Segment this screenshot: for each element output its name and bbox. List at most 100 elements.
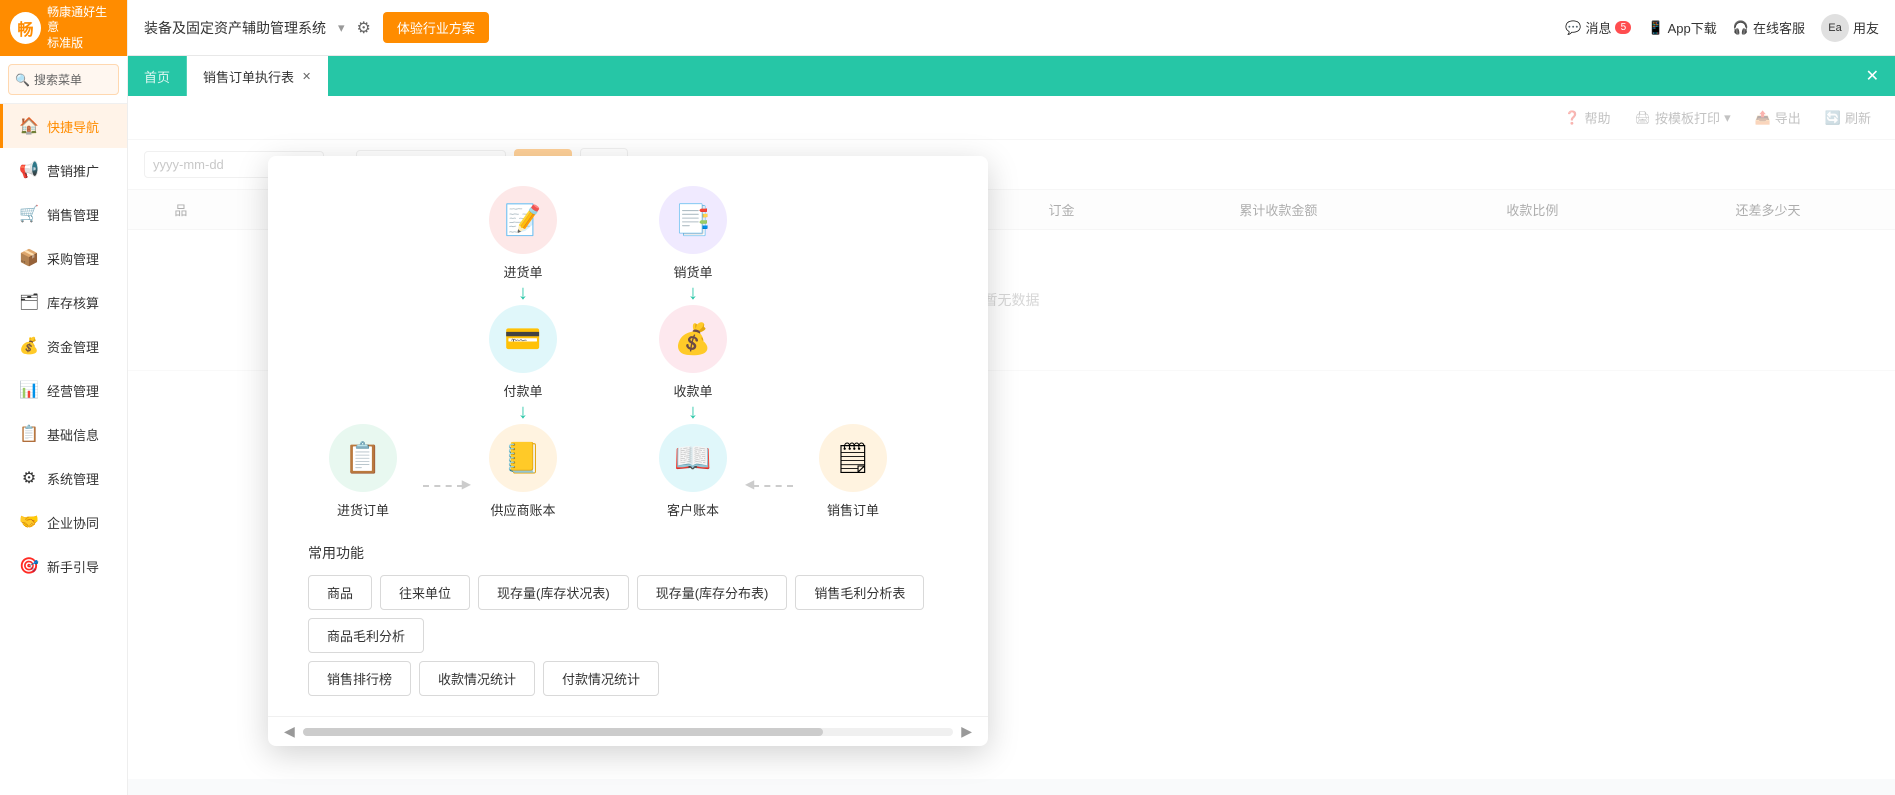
popup-scrollbar: ◀ ▶: [268, 716, 988, 746]
topbar-right: 💬 消息 5 📱 App下载 🎧 在线客服 Ea 用友: [1565, 14, 1879, 42]
common-btn-product-margin[interactable]: 商品毛利分析: [308, 618, 424, 653]
common-btn-payment-stats[interactable]: 付款情况统计: [543, 661, 659, 696]
supplier-ledger-circle: 📒: [489, 424, 557, 492]
common-btn-sales-rank[interactable]: 销售排行榜: [308, 661, 411, 696]
main-area: 装备及固定资产辅助管理系统 ▾ ⚙ 体验行业方案 💬 消息 5 📱 App下载 …: [128, 0, 1895, 795]
dashed-arrow-left: [753, 485, 793, 487]
system-title: 装备及固定资产辅助管理系统: [144, 18, 326, 38]
sidebar-item-label: 企业协同: [47, 513, 99, 532]
customer-ledger-label: 客户账本: [667, 500, 719, 519]
sidebar-search[interactable]: 🔍 搜索菜单: [0, 56, 127, 104]
sidebar-item-enterprise[interactable]: 🤝 企业协同: [0, 500, 127, 544]
sidebar-item-label: 新手引导: [47, 557, 99, 576]
guide-icon: 🎯: [19, 556, 39, 576]
sidebar-item-label: 销售管理: [47, 205, 99, 224]
sidebar-logo: 畅 畅康通好生意 标准版: [0, 0, 127, 56]
logo-icon: 畅: [10, 12, 41, 44]
logo-text: 畅康通好生意 标准版: [47, 5, 117, 52]
gear-icon[interactable]: ⚙: [357, 18, 371, 38]
sidebar-item-sales[interactable]: 🛒 销售管理: [0, 192, 127, 236]
sidebar-item-purchase[interactable]: 📦 采购管理: [0, 236, 127, 280]
customer-ledger-circle: 📖: [659, 424, 727, 492]
arrow-down-supplier: ↓: [518, 402, 528, 422]
flow-col-purchase-bill: 📝 进货单 ↓ 💳 付款单 ↓: [468, 186, 578, 519]
common-buttons-row1: 商品 往来单位 现存量(库存状况表) 现存量(库存分布表) 销售毛利分析表 商品…: [308, 575, 948, 653]
flow-node-customer-ledger[interactable]: 📖 客户账本: [638, 424, 748, 519]
message-btn[interactable]: 💬 消息 5: [1565, 18, 1631, 37]
payment-label: 付款单: [503, 381, 542, 400]
sidebar-nav: 🏠 快捷导航 📢 营销推广 🛒 销售管理 📦 采购管理 🗂 库存核算 💰 资金管…: [0, 104, 127, 795]
purchase-icon: 📦: [19, 248, 39, 268]
purchase-bill-circle: 📝: [489, 186, 557, 254]
enterprise-icon: 🤝: [19, 512, 39, 532]
sales-bill-circle: 📑: [659, 186, 727, 254]
flow-node-sales-order[interactable]: 🗒 销售订单: [798, 424, 908, 519]
common-btn-receipt-stats[interactable]: 收款情况统计: [419, 661, 535, 696]
sidebar-item-basic-info[interactable]: 📋 基础信息: [0, 412, 127, 456]
sidebar-item-label: 系统管理: [47, 469, 99, 488]
scroll-right-icon[interactable]: ▶: [961, 723, 972, 740]
sidebar-item-inventory[interactable]: 🗂 库存核算: [0, 280, 127, 324]
scroll-left-icon[interactable]: ◀: [284, 723, 295, 740]
supplier-ledger-label: 供应商账本: [490, 500, 555, 519]
marketing-icon: 📢: [19, 160, 39, 180]
sidebar: 畅 畅康通好生意 标准版 🔍 搜索菜单 🏠 快捷导航 📢 营销推广 🛒 销售管理…: [0, 0, 128, 795]
common-btn-sales-margin[interactable]: 销售毛利分析表: [795, 575, 924, 610]
tab-home[interactable]: 首页: [128, 56, 187, 96]
common-btn-stock-dist[interactable]: 现存量(库存分布表): [637, 575, 788, 610]
sidebar-item-label: 资金管理: [47, 337, 99, 356]
experience-btn[interactable]: 体验行业方案: [383, 12, 489, 43]
sidebar-item-label: 营销推广: [47, 161, 99, 180]
avatar: Ea: [1821, 14, 1849, 42]
sidebar-item-label: 采购管理: [47, 249, 99, 268]
user-btn[interactable]: Ea 用友: [1821, 14, 1879, 42]
tab-bar-close-icon[interactable]: ✕: [1850, 66, 1895, 86]
common-functions-title: 常用功能: [308, 543, 948, 563]
common-buttons-row2: 销售排行榜 收款情况统计 付款情况统计: [308, 661, 948, 696]
common-btn-stock-status[interactable]: 现存量(库存状况表): [478, 575, 629, 610]
topbar-dropdown-arrow[interactable]: ▾: [338, 20, 345, 36]
tabbar: 首页 销售订单执行表 ✕ ✕: [128, 56, 1895, 96]
purchase-bill-label: 进货单: [503, 262, 542, 281]
sales-bill-label: 销货单: [673, 262, 712, 281]
sidebar-item-label: 快捷导航: [47, 117, 99, 136]
sidebar-item-system[interactable]: ⚙ 系统管理: [0, 456, 127, 500]
sidebar-item-quick-nav[interactable]: 🏠 快捷导航: [0, 104, 127, 148]
tab-close-icon[interactable]: ✕: [302, 70, 311, 83]
sidebar-item-operations[interactable]: 📊 经营管理: [0, 368, 127, 412]
arrow-purchase-to-bill: [418, 485, 468, 519]
payment-circle: 💳: [489, 305, 557, 373]
common-btn-product[interactable]: 商品: [308, 575, 372, 610]
flow-node-purchase-bill[interactable]: 📝 进货单: [468, 186, 578, 281]
receipt-label: 收款单: [673, 381, 712, 400]
phone-icon: 📱: [1647, 20, 1663, 36]
home-icon: 🏠: [19, 116, 39, 136]
search-menu-button[interactable]: 🔍 搜索菜单: [8, 64, 119, 95]
dashed-arrow-right: [423, 485, 463, 487]
app-download-btn[interactable]: 📱 App下载: [1647, 18, 1716, 37]
scroll-thumb: [303, 728, 823, 736]
message-badge: 5: [1615, 21, 1631, 34]
flow-node-sales-bill[interactable]: 📑 销货单: [638, 186, 748, 281]
arrow-down-customer: ↓: [688, 402, 698, 422]
scroll-track[interactable]: [303, 728, 953, 736]
tab-sales-order[interactable]: 销售订单执行表 ✕: [187, 56, 328, 96]
headset-icon: 🎧: [1733, 20, 1749, 36]
purchase-order-circle: 📋: [329, 424, 397, 492]
online-service-btn[interactable]: 🎧 在线客服: [1733, 18, 1805, 37]
flow-node-purchase-order[interactable]: 📋 进货订单: [308, 424, 418, 519]
flow-node-receipt[interactable]: 💰 收款单: [638, 305, 748, 400]
sidebar-item-label: 经营管理: [47, 381, 99, 400]
flow-node-payment[interactable]: 💳 付款单: [468, 305, 578, 400]
arrow-down-payment: ↓: [518, 283, 528, 303]
flow-popup: 📋 进货订单 📝 进货单: [268, 156, 988, 746]
message-icon: 💬: [1565, 20, 1581, 36]
sidebar-item-marketing[interactable]: 📢 营销推广: [0, 148, 127, 192]
sidebar-item-finance[interactable]: 💰 资金管理: [0, 324, 127, 368]
flow-node-supplier-ledger[interactable]: 📒 供应商账本: [468, 424, 578, 519]
flow-col-sales-bill: 📑 销货单 ↓ 💰 收款单 ↓: [638, 186, 748, 519]
finance-icon: 💰: [19, 336, 39, 356]
sales-order-circle: 🗒: [819, 424, 887, 492]
sidebar-item-guide[interactable]: 🎯 新手引导: [0, 544, 127, 588]
common-btn-partner[interactable]: 往来单位: [380, 575, 470, 610]
